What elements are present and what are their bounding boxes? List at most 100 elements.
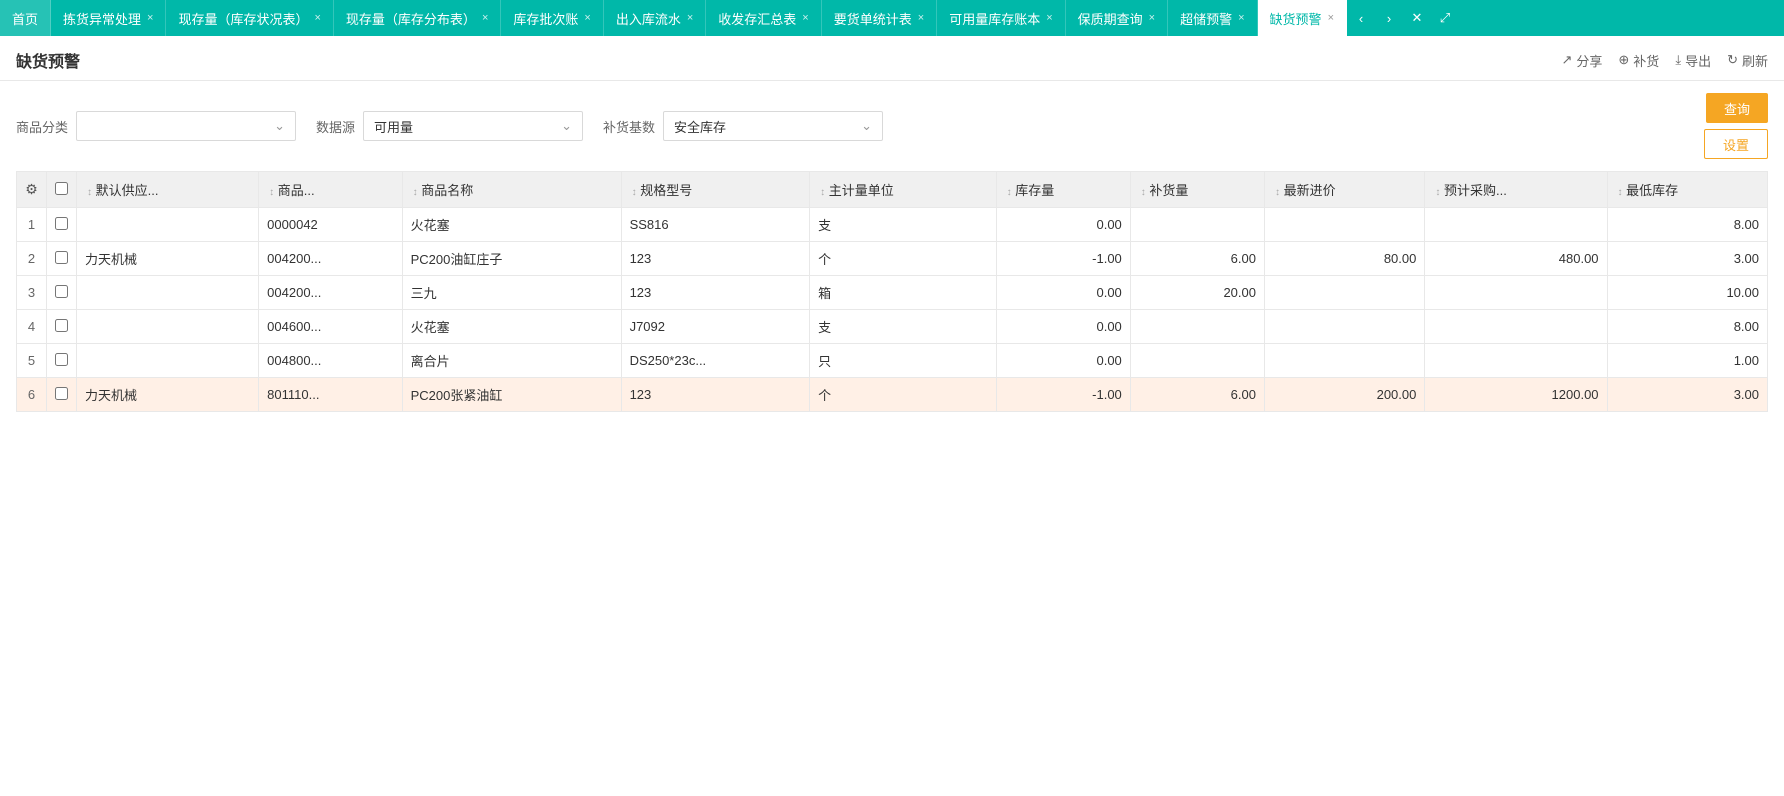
sort-icon-replenish-qty: ↕	[1141, 187, 1146, 198]
table-row: 2 力天机械 004200... PC200油缸庄子 123 个 -1.00 6…	[17, 242, 1768, 276]
row-select-1[interactable]	[55, 217, 68, 230]
tab-avail-ledger[interactable]: 可用量库存账本 ×	[937, 0, 1065, 36]
row-checkbox-1[interactable]	[47, 208, 77, 242]
tab-stock-dist[interactable]: 现存量（库存分布表） ×	[334, 0, 501, 36]
sort-icon-product-code: ↕	[269, 187, 274, 198]
row-checkbox-2[interactable]	[47, 242, 77, 276]
row-latest-price-5	[1264, 344, 1424, 378]
row-supplier-5	[77, 344, 259, 378]
tab-recv-summary-close[interactable]: ×	[802, 12, 808, 24]
row-checkbox-3[interactable]	[47, 276, 77, 310]
row-latest-price-4	[1264, 310, 1424, 344]
query-button[interactable]: 查询	[1706, 93, 1768, 123]
tab-prev-btn[interactable]: ‹	[1347, 0, 1375, 36]
tab-overstock-close[interactable]: ×	[1238, 12, 1244, 24]
table-row: 5 004800... 离合片 DS250*23c... 只 0.00 1.00	[17, 344, 1768, 378]
filter-right-buttons: 查询 设置	[1704, 93, 1768, 159]
datasource-select-value: 可用量	[374, 117, 413, 136]
replenish-base-select[interactable]: 安全库存 ⌄	[663, 111, 883, 141]
row-checkbox-6[interactable]	[47, 378, 77, 412]
row-latest-price-1	[1264, 208, 1424, 242]
header-min-stock[interactable]: ↕ 最低库存	[1607, 172, 1767, 208]
row-select-6[interactable]	[55, 387, 68, 400]
header-checkbox[interactable]	[47, 172, 77, 208]
tab-shortage-label: 缺货预警	[1270, 9, 1322, 28]
tab-avail-ledger-label: 可用量库存账本	[949, 9, 1040, 28]
row-product-name-3: 三九	[402, 276, 621, 310]
header-actions: ↗ 分享 ⊕ 补货 ⤓ 导出 ↻ 刷新	[1561, 51, 1768, 70]
row-unit-6: 个	[810, 378, 997, 412]
row-select-2[interactable]	[55, 251, 68, 264]
tab-next-btn[interactable]: ›	[1375, 0, 1403, 36]
datasource-select[interactable]: 可用量 ⌄	[363, 111, 583, 141]
share-label: 分享	[1576, 51, 1602, 70]
category-select[interactable]: ⌄	[76, 111, 296, 141]
row-min-stock-1: 8.00	[1607, 208, 1767, 242]
page-header: 缺货预警 ↗ 分享 ⊕ 补货 ⤓ 导出 ↻ 刷新	[0, 36, 1784, 81]
tab-inout-flow[interactable]: 出入库流水 ×	[604, 0, 706, 36]
tab-expiry-query-close[interactable]: ×	[1149, 12, 1155, 24]
tab-home[interactable]: 首页	[0, 0, 51, 36]
row-product-name-6: PC200张紧油缸	[402, 378, 621, 412]
tab-exception-close[interactable]: ×	[147, 12, 153, 24]
tab-shortage-close[interactable]: ×	[1328, 12, 1334, 24]
select-all-checkbox[interactable]	[55, 182, 68, 195]
row-spec-6: 123	[621, 378, 810, 412]
header-latest-price[interactable]: ↕ 最新进价	[1264, 172, 1424, 208]
row-replenish-qty-2: 6.00	[1130, 242, 1264, 276]
tab-batch-account-label: 库存批次账	[513, 9, 578, 28]
header-stock-qty[interactable]: ↕ 库存量	[996, 172, 1130, 208]
tab-close-btn[interactable]: ✕	[1403, 0, 1431, 36]
tab-stock-status-close[interactable]: ×	[314, 12, 320, 24]
tab-inout-flow-close[interactable]: ×	[687, 12, 693, 24]
category-filter-group: 商品分类 ⌄	[16, 111, 296, 141]
row-select-3[interactable]	[55, 285, 68, 298]
row-spec-5: DS250*23c...	[621, 344, 810, 378]
header-gear[interactable]: ⚙	[17, 172, 47, 208]
setting-button[interactable]: 设置	[1704, 129, 1768, 159]
tab-demand-stat[interactable]: 要货单统计表 ×	[822, 0, 937, 36]
row-num-3: 3	[17, 276, 47, 310]
row-checkbox-4[interactable]	[47, 310, 77, 344]
datasource-select-arrow: ⌄	[561, 118, 572, 134]
tab-expiry-query[interactable]: 保质期查询 ×	[1066, 0, 1168, 36]
row-est-purchase-3	[1425, 276, 1607, 310]
tab-recv-summary[interactable]: 收发存汇总表 ×	[706, 0, 821, 36]
datasource-filter-group: 数据源 可用量 ⌄	[316, 111, 583, 141]
refresh-icon: ↻	[1727, 52, 1738, 68]
export-btn[interactable]: ⤓ 导出	[1675, 51, 1711, 70]
tab-overstock[interactable]: 超储预警 ×	[1168, 0, 1257, 36]
header-est-purchase[interactable]: ↕ 预计采购...	[1425, 172, 1607, 208]
refresh-btn[interactable]: ↻ 刷新	[1727, 51, 1768, 70]
row-min-stock-3: 10.00	[1607, 276, 1767, 310]
tab-demand-stat-close[interactable]: ×	[918, 12, 924, 24]
gear-icon[interactable]: ⚙	[25, 181, 38, 197]
replenish-btn[interactable]: ⊕ 补货	[1618, 51, 1659, 70]
row-select-4[interactable]	[55, 319, 68, 332]
tab-avail-ledger-close[interactable]: ×	[1046, 12, 1052, 24]
row-latest-price-2: 80.00	[1264, 242, 1424, 276]
tab-batch-account[interactable]: 库存批次账 ×	[501, 0, 603, 36]
filter-row: 商品分类 ⌄ 数据源 可用量 ⌄ 补货基数 安全库存 ⌄ 查询 设置	[0, 81, 1784, 171]
tab-exception[interactable]: 拣货异常处理 ×	[51, 0, 166, 36]
row-product-code-5: 004800...	[259, 344, 402, 378]
tab-stock-dist-close[interactable]: ×	[482, 12, 488, 24]
category-select-arrow: ⌄	[274, 118, 285, 134]
tab-stock-status[interactable]: 现存量（库存状况表） ×	[166, 0, 333, 36]
row-num-4: 4	[17, 310, 47, 344]
header-spec[interactable]: ↕ 规格型号	[621, 172, 810, 208]
header-product-name[interactable]: ↕ 商品名称	[402, 172, 621, 208]
row-checkbox-5[interactable]	[47, 344, 77, 378]
row-replenish-qty-6: 6.00	[1130, 378, 1264, 412]
share-btn[interactable]: ↗ 分享	[1561, 51, 1602, 70]
header-default-supplier[interactable]: ↕ 默认供应...	[77, 172, 259, 208]
tab-stock-status-label: 现存量（库存状况表）	[178, 9, 308, 28]
header-product-code[interactable]: ↕ 商品...	[259, 172, 402, 208]
tab-shortage[interactable]: 缺货预警 ×	[1258, 0, 1347, 36]
tab-batch-account-close[interactable]: ×	[584, 12, 590, 24]
header-unit[interactable]: ↕ 主计量单位	[810, 172, 997, 208]
row-product-name-5: 离合片	[402, 344, 621, 378]
tab-expand-btn[interactable]: ⤢	[1431, 0, 1459, 36]
row-select-5[interactable]	[55, 353, 68, 366]
header-replenish-qty[interactable]: ↕ 补货量	[1130, 172, 1264, 208]
